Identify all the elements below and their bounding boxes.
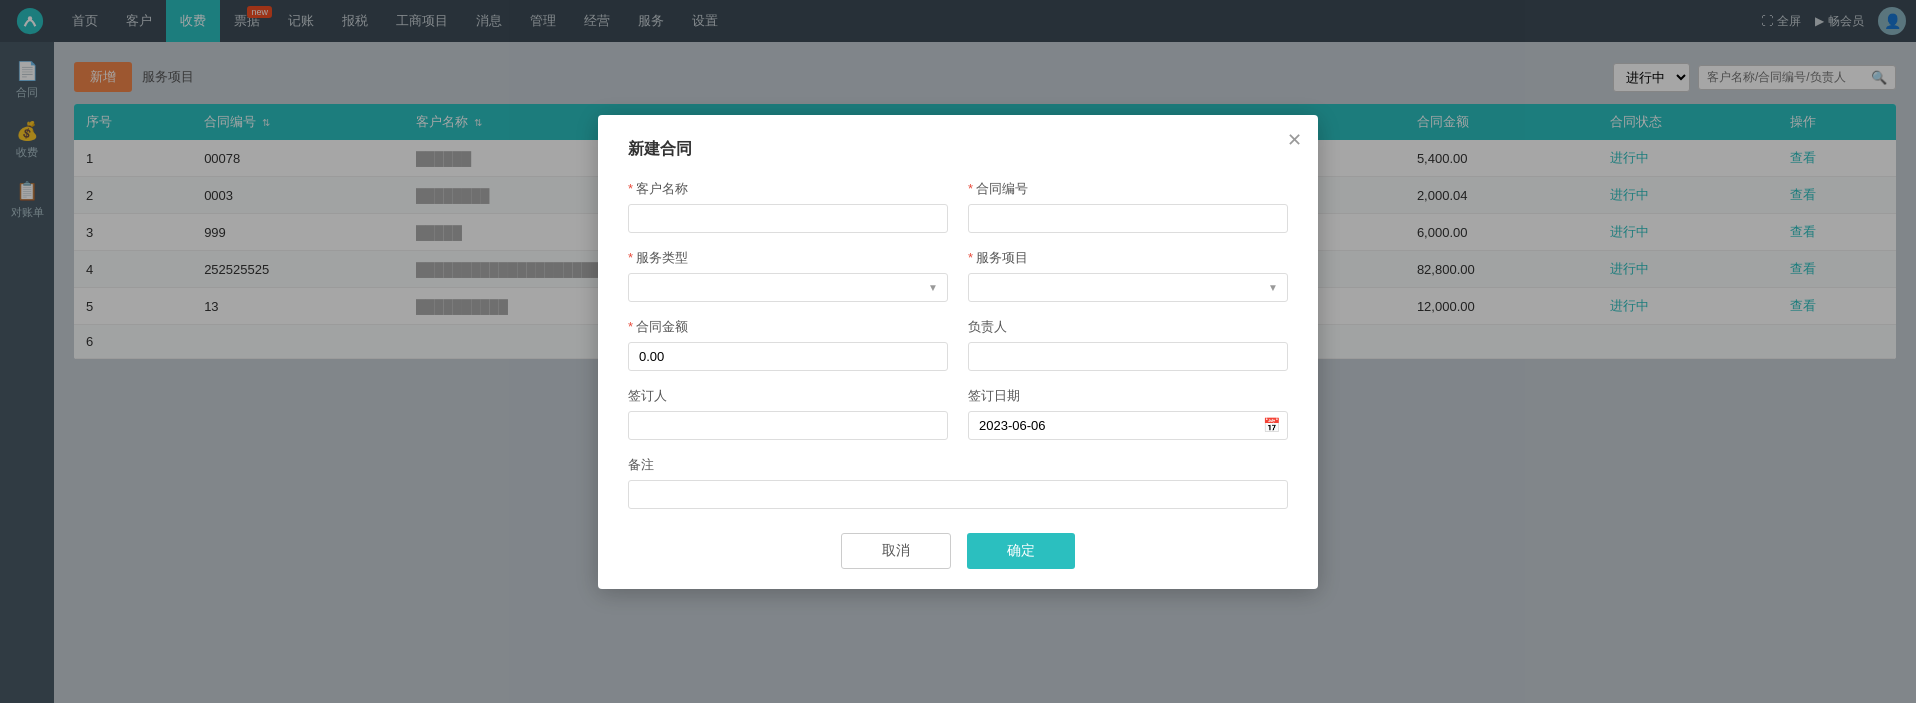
service-item-select-wrap xyxy=(968,273,1288,302)
customer-name-input[interactable] xyxy=(628,204,948,233)
signer-label: 签订人 xyxy=(628,387,948,405)
confirm-button[interactable]: 确定 xyxy=(967,533,1075,569)
dialog-footer: 取消 确定 xyxy=(628,533,1288,569)
form-group-responsible: 负责人 xyxy=(968,318,1288,371)
service-item-select[interactable] xyxy=(968,273,1288,302)
responsible-input[interactable] xyxy=(968,342,1288,371)
amount-label: * 合同金额 xyxy=(628,318,948,336)
form-row-2: * 服务类型 * 服务项目 xyxy=(628,249,1288,302)
contract-no-input[interactable] xyxy=(968,204,1288,233)
signer-input[interactable] xyxy=(628,411,948,440)
form-row-3: * 合同金额 负责人 xyxy=(628,318,1288,371)
sign-date-wrap: 📅 xyxy=(968,411,1288,440)
sign-date-input[interactable] xyxy=(968,411,1288,440)
form-group-amount: * 合同金额 xyxy=(628,318,948,371)
service-type-select-wrap xyxy=(628,273,948,302)
new-contract-dialog: 新建合同 ✕ * 客户名称 * 合同编号 xyxy=(598,115,1318,589)
form-row-5: 备注 xyxy=(628,456,1288,509)
form-row-4: 签订人 签订日期 📅 xyxy=(628,387,1288,440)
responsible-label: 负责人 xyxy=(968,318,1288,336)
form-group-service-type: * 服务类型 xyxy=(628,249,948,302)
form-group-signer: 签订人 xyxy=(628,387,948,440)
service-type-select[interactable] xyxy=(628,273,948,302)
service-type-label: * 服务类型 xyxy=(628,249,948,267)
modal-overlay[interactable]: 新建合同 ✕ * 客户名称 * 合同编号 xyxy=(0,0,1916,703)
form-row-1: * 客户名称 * 合同编号 xyxy=(628,180,1288,233)
remark-input[interactable] xyxy=(628,480,1288,509)
form-group-remark: 备注 xyxy=(628,456,1288,509)
dialog-title: 新建合同 xyxy=(628,139,1288,160)
form-group-customer: * 客户名称 xyxy=(628,180,948,233)
contract-no-label: * 合同编号 xyxy=(968,180,1288,198)
remark-label: 备注 xyxy=(628,456,1288,474)
sign-date-label: 签订日期 xyxy=(968,387,1288,405)
cancel-button[interactable]: 取消 xyxy=(841,533,951,569)
form-group-service-item: * 服务项目 xyxy=(968,249,1288,302)
form-group-sign-date: 签订日期 📅 xyxy=(968,387,1288,440)
close-button[interactable]: ✕ xyxy=(1287,129,1302,151)
form-group-contract-no: * 合同编号 xyxy=(968,180,1288,233)
amount-input[interactable] xyxy=(628,342,948,371)
service-item-label: * 服务项目 xyxy=(968,249,1288,267)
customer-name-label: * 客户名称 xyxy=(628,180,948,198)
